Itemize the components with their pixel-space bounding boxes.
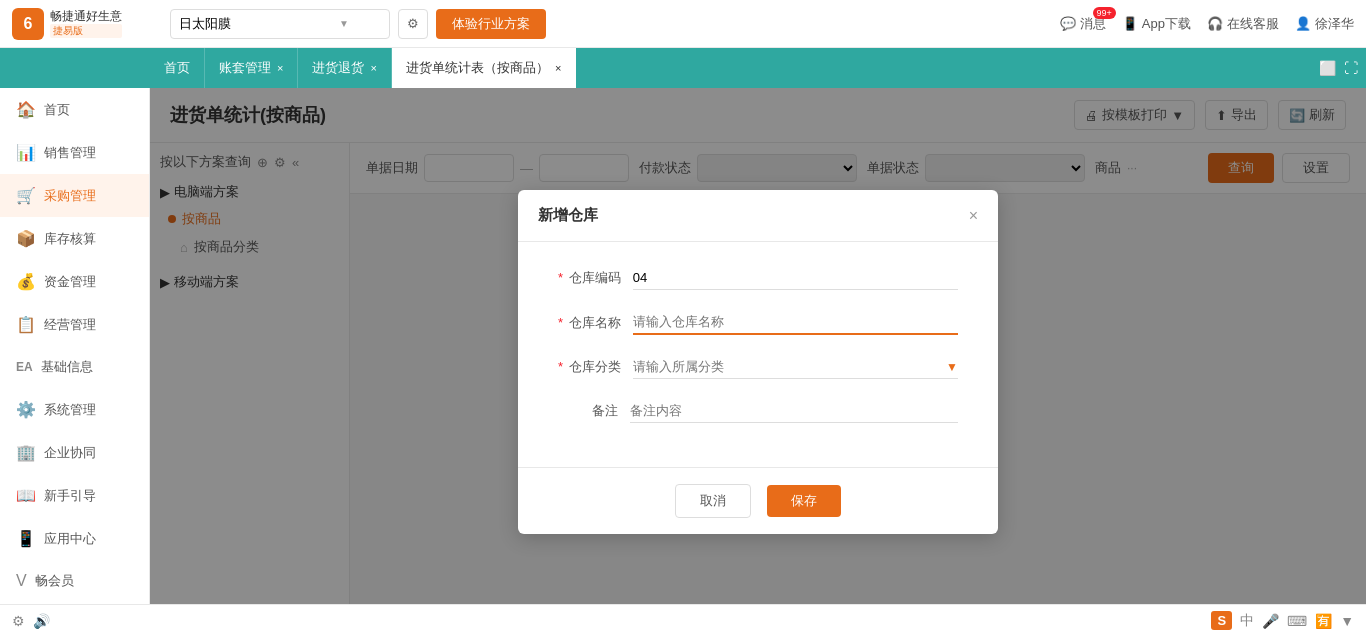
tab-purchase-stats[interactable]: 进货单统计表（按商品） × bbox=[392, 48, 576, 88]
tab-close-purchase-stats[interactable]: × bbox=[555, 62, 561, 74]
lang-icon[interactable]: 🈶 bbox=[1315, 613, 1332, 629]
gear-button[interactable]: ⚙ bbox=[398, 9, 428, 39]
remark-input[interactable] bbox=[630, 399, 958, 423]
settings-bottom-icon[interactable]: ⚙ bbox=[12, 613, 25, 629]
category-label: * 仓库分类 bbox=[558, 358, 621, 376]
message-icon: 💬 bbox=[1060, 16, 1076, 31]
search-input[interactable] bbox=[179, 16, 339, 31]
tab-home[interactable]: 首页 bbox=[150, 48, 205, 88]
header-right: 💬 消息 99+ 📱 App下载 🎧 在线客服 👤 徐泽华 bbox=[1060, 15, 1354, 33]
mic-icon[interactable]: 🎤 bbox=[1262, 613, 1279, 629]
category-dropdown-icon[interactable]: ▼ bbox=[946, 360, 958, 374]
vip-icon: V bbox=[16, 572, 27, 590]
inventory-icon: 📦 bbox=[16, 229, 36, 248]
sidebar-item-system[interactable]: ⚙️ 系统管理 bbox=[0, 388, 149, 431]
remark-label: 备注 bbox=[558, 402, 618, 420]
tab-account[interactable]: 账套管理 × bbox=[205, 48, 298, 88]
sidebar-item-sales[interactable]: 📊 销售管理 bbox=[0, 131, 149, 174]
logo-area: 6 畅捷通好生意 捷易版 bbox=[12, 8, 162, 40]
more-bottom-icon[interactable]: ▼ bbox=[1340, 613, 1354, 629]
sidebar-item-vip[interactable]: V 畅会员 bbox=[0, 560, 149, 602]
guide-icon: 📖 bbox=[16, 486, 36, 505]
mobile-icon: 📱 bbox=[1122, 16, 1138, 31]
logo-badge: 捷易版 bbox=[50, 24, 122, 38]
dialog-footer: 取消 保存 bbox=[518, 467, 998, 534]
sidebar: 🏠 首页 📊 销售管理 🛒 采购管理 📦 库存核算 💰 资金管理 📋 经营管理 … bbox=[0, 88, 150, 636]
apps-icon: 📱 bbox=[16, 529, 36, 548]
main-layout: 🏠 首页 📊 销售管理 🛒 采购管理 📦 库存核算 💰 资金管理 📋 经营管理 … bbox=[0, 88, 1366, 636]
sidebar-item-guide[interactable]: 📖 新手引导 bbox=[0, 474, 149, 517]
cancel-button[interactable]: 取消 bbox=[675, 484, 751, 518]
new-warehouse-dialog: 新增仓库 × * 仓库编码 * bbox=[518, 190, 998, 534]
field-warehouse-code: * 仓库编码 bbox=[558, 266, 958, 290]
modal-overlay: 新增仓库 × * 仓库编码 * bbox=[150, 88, 1366, 636]
dialog-body: * 仓库编码 * 仓库名称 bbox=[518, 242, 998, 467]
app-download-button[interactable]: 📱 App下载 bbox=[1122, 15, 1191, 33]
sidebar-item-operations[interactable]: 📋 经营管理 bbox=[0, 303, 149, 346]
operations-icon: 📋 bbox=[16, 315, 36, 334]
finance-icon: 💰 bbox=[16, 272, 36, 291]
name-label: * 仓库名称 bbox=[558, 314, 621, 332]
dialog-header: 新增仓库 × bbox=[518, 190, 998, 242]
tab-bar: 首页 账套管理 × 进货退货 × 进货单统计表（按商品） × ⬜ ⛶ bbox=[0, 48, 1366, 88]
content-area: 进货单统计(按商品) 🖨 按模板打印 ▼ ⬆ 导出 🔄 刷新 bbox=[150, 88, 1366, 636]
logo-icon: 6 bbox=[12, 8, 44, 40]
user-profile-button[interactable]: 👤 徐泽华 bbox=[1295, 15, 1354, 33]
s-logo-badge: S bbox=[1211, 611, 1232, 630]
category-select-wrapper: ▼ bbox=[633, 355, 958, 379]
speaker-bottom-icon[interactable]: 🔊 bbox=[33, 613, 50, 629]
top-header: 6 畅捷通好生意 捷易版 ▼ ⚙ 体验行业方案 💬 消息 99+ 📱 App下载… bbox=[0, 0, 1366, 48]
sales-icon: 📊 bbox=[16, 143, 36, 162]
bottom-left: ⚙ 🔊 bbox=[12, 613, 50, 629]
logo-name: 畅捷通好生意 bbox=[50, 9, 122, 25]
sidebar-item-inventory[interactable]: 📦 库存核算 bbox=[0, 217, 149, 260]
required-star-category: * bbox=[558, 359, 563, 374]
tab-restore-button[interactable]: ⬜ bbox=[1319, 60, 1336, 76]
tab-fullscreen-button[interactable]: ⛶ bbox=[1344, 60, 1358, 76]
tab-purchase-return[interactable]: 进货退货 × bbox=[298, 48, 391, 88]
tab-bar-actions: ⬜ ⛶ bbox=[1319, 60, 1366, 76]
field-warehouse-name: * 仓库名称 bbox=[558, 310, 958, 335]
home-icon: 🏠 bbox=[16, 100, 36, 119]
zh-label[interactable]: 中 bbox=[1240, 612, 1254, 630]
tab-close-purchase-return[interactable]: × bbox=[370, 62, 376, 74]
messages-button[interactable]: 💬 消息 99+ bbox=[1060, 15, 1106, 33]
sidebar-item-home[interactable]: 🏠 首页 bbox=[0, 88, 149, 131]
sidebar-item-apps[interactable]: 📱 应用中心 bbox=[0, 517, 149, 560]
online-service-button[interactable]: 🎧 在线客服 bbox=[1207, 15, 1279, 33]
chevron-down-icon: ▼ bbox=[339, 18, 349, 29]
category-input[interactable] bbox=[633, 359, 946, 374]
headset-icon: 🎧 bbox=[1207, 16, 1223, 31]
sidebar-item-finance[interactable]: 💰 资金管理 bbox=[0, 260, 149, 303]
enterprise-icon: 🏢 bbox=[16, 443, 36, 462]
code-label: * 仓库编码 bbox=[558, 269, 621, 287]
sidebar-item-basic-info[interactable]: EA 基础信息 bbox=[0, 346, 149, 388]
field-warehouse-category: * 仓库分类 ▼ bbox=[558, 355, 958, 379]
system-icon: ⚙️ bbox=[16, 400, 36, 419]
search-bar: ▼ bbox=[170, 9, 390, 39]
sidebar-item-enterprise[interactable]: 🏢 企业协同 bbox=[0, 431, 149, 474]
dialog-close-button[interactable]: × bbox=[969, 207, 978, 225]
required-star-name: * bbox=[558, 315, 563, 330]
message-badge: 99+ bbox=[1093, 7, 1116, 19]
required-star-code: * bbox=[558, 270, 563, 285]
field-remark: 备注 bbox=[558, 399, 958, 423]
save-button[interactable]: 保存 bbox=[767, 485, 841, 517]
trial-button[interactable]: 体验行业方案 bbox=[436, 9, 546, 39]
bottom-bar: ⚙ 🔊 S 中 🎤 ⌨ 🈶 ▼ bbox=[0, 604, 1366, 636]
purchase-icon: 🛒 bbox=[16, 186, 36, 205]
basic-info-icon: EA bbox=[16, 360, 33, 374]
bottom-right: S 中 🎤 ⌨ 🈶 ▼ bbox=[1211, 611, 1354, 630]
code-input[interactable] bbox=[633, 266, 958, 290]
keyboard-icon[interactable]: ⌨ bbox=[1287, 613, 1307, 629]
tab-close-account[interactable]: × bbox=[277, 62, 283, 74]
dialog-title: 新增仓库 bbox=[538, 206, 598, 225]
username-label: 徐泽华 bbox=[1315, 15, 1354, 33]
user-avatar-icon: 👤 bbox=[1295, 16, 1311, 31]
sidebar-item-purchase[interactable]: 🛒 采购管理 bbox=[0, 174, 149, 217]
name-input[interactable] bbox=[633, 310, 958, 335]
